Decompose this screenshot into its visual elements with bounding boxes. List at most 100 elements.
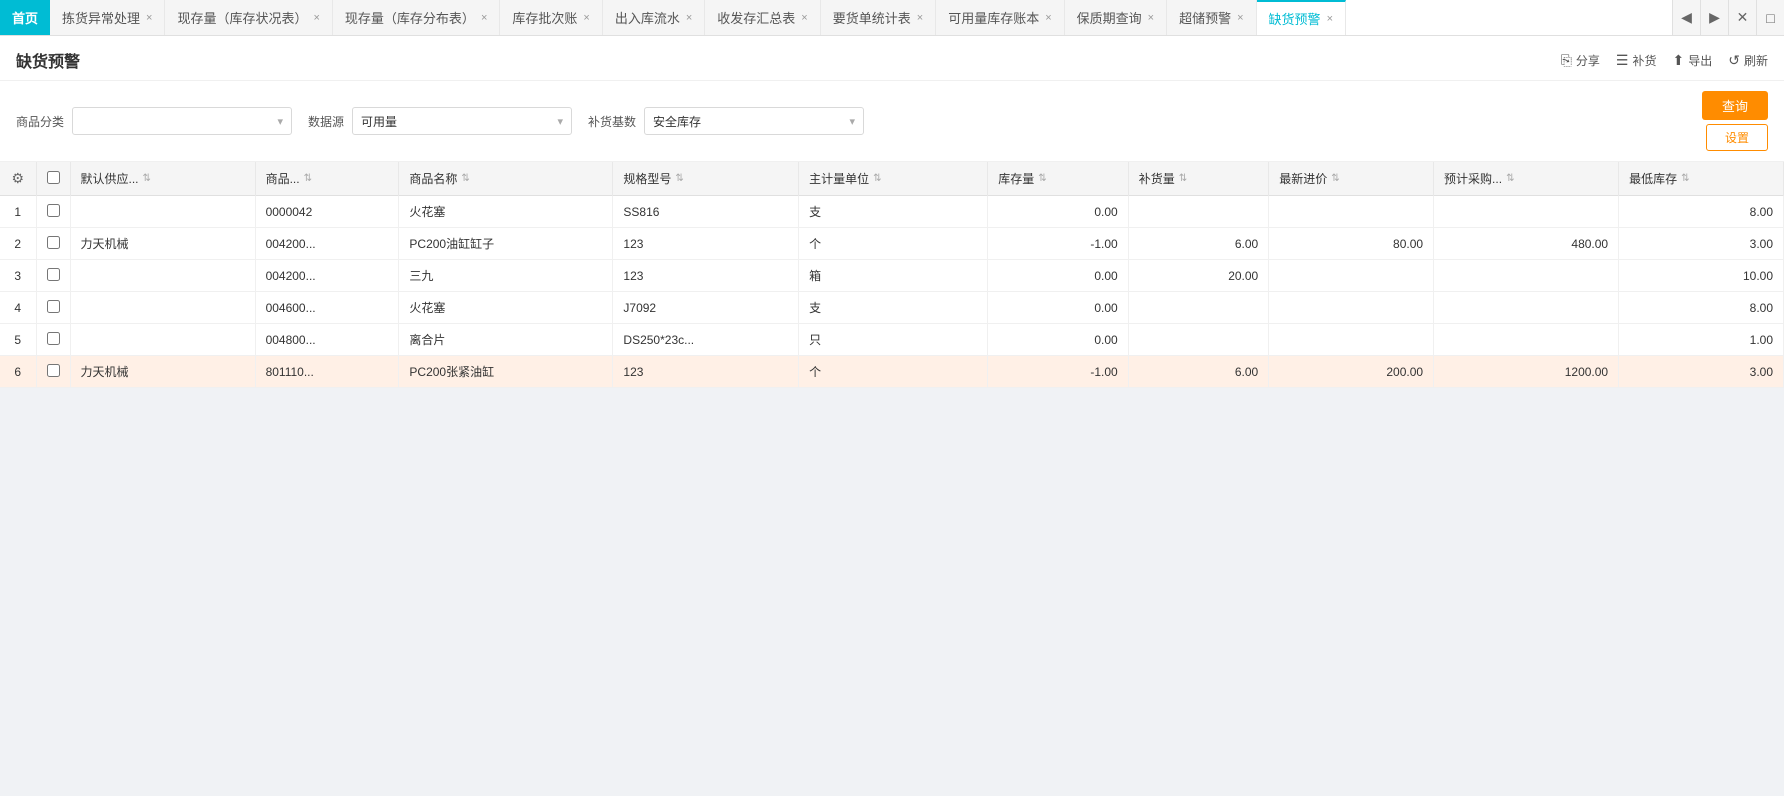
- datasource-select-wrapper: 可用量 ▾: [352, 107, 572, 135]
- row-checkbox-2[interactable]: [47, 236, 60, 249]
- sort-min-stock-icon[interactable]: ⇅: [1681, 173, 1689, 184]
- sort-supplier-icon[interactable]: ⇅: [143, 173, 151, 184]
- sort-unit-icon[interactable]: ⇅: [873, 173, 881, 184]
- replenish-base-filter-group: 补货基数 安全库存 ▾: [588, 107, 864, 135]
- td-replenish-3: 20.00: [1128, 260, 1269, 292]
- sort-product-code-icon[interactable]: ⇅: [304, 173, 312, 184]
- td-est-purchase-1: [1434, 196, 1619, 228]
- td-product-code-4: 004600...: [255, 292, 399, 324]
- td-latest-price-5: [1269, 324, 1434, 356]
- row-checkbox-4[interactable]: [47, 300, 60, 313]
- td-est-purchase-3: [1434, 260, 1619, 292]
- tab-close-stock-dist[interactable]: ×: [481, 12, 487, 24]
- tab-item-expiry-query[interactable]: 保质期查询×: [1065, 0, 1167, 35]
- td-est-purchase-2: 480.00: [1434, 228, 1619, 260]
- td-row-num-6: 6: [0, 356, 36, 388]
- td-checkbox-1: [36, 196, 70, 228]
- page-header: 缺货预警 ⎘ 分享 ☰ 补货 ⬆ 导出 ↺ 刷新: [0, 36, 1784, 81]
- sort-latest-price-icon[interactable]: ⇅: [1331, 173, 1339, 184]
- td-replenish-5: [1128, 324, 1269, 356]
- category-chevron-icon: ▾: [277, 115, 283, 128]
- tab-close-recv-summary[interactable]: ×: [801, 12, 807, 24]
- tab-close-shortage[interactable]: ×: [1327, 13, 1333, 25]
- sort-spec-icon[interactable]: ⇅: [675, 173, 683, 184]
- tab-item-available-ledger[interactable]: 可用量库存账本 ×: [936, 0, 1064, 35]
- td-stock-2: -1.00: [988, 228, 1129, 260]
- td-product-code-2: 004200...: [255, 228, 399, 260]
- tab-item-stock-dist[interactable]: 现存量（库存分布表）×: [333, 0, 500, 35]
- td-product-name-6: PC200张紧油缸: [399, 356, 613, 388]
- share-button[interactable]: ⎘ 分享: [1561, 52, 1600, 69]
- tab-close-inout-flow[interactable]: ×: [686, 12, 692, 24]
- replenish-base-select[interactable]: 安全库存 ▾: [644, 107, 864, 135]
- td-product-name-1: 火花塞: [399, 196, 613, 228]
- tab-item-overstock[interactable]: 超储预警×: [1167, 0, 1256, 35]
- th-product-name: 商品名称 ⇅: [399, 162, 613, 196]
- tab-close-expiry-query[interactable]: ×: [1148, 12, 1154, 24]
- td-checkbox-4: [36, 292, 70, 324]
- td-spec-2: 123: [613, 228, 799, 260]
- th-latest-price: 最新进价 ⇅: [1269, 162, 1434, 196]
- sort-stock-icon[interactable]: ⇅: [1038, 173, 1046, 184]
- select-all-checkbox[interactable]: [47, 171, 60, 184]
- header-actions: ⎘ 分享 ☰ 补货 ⬆ 导出 ↺ 刷新: [1561, 52, 1768, 69]
- datasource-label: 数据源: [308, 113, 344, 130]
- tab-close-available-ledger[interactable]: ×: [1045, 12, 1051, 24]
- tab-close-overstock[interactable]: ×: [1237, 12, 1243, 24]
- td-stock-1: 0.00: [988, 196, 1129, 228]
- row-checkbox-1[interactable]: [47, 204, 60, 217]
- row-checkbox-3[interactable]: [47, 268, 60, 281]
- replenish-button[interactable]: ☰ 补货: [1616, 52, 1657, 69]
- tab-item-exception[interactable]: 拣货异常处理×: [50, 0, 165, 35]
- filter-row: 商品分类 ▾ 数据源 可用量 ▾ 补货基数 安全库存: [0, 81, 1784, 162]
- tab-item-shortage[interactable]: 缺货预警×: [1257, 0, 1346, 35]
- tab-item-inout-flow[interactable]: 出入库流水×: [603, 0, 705, 35]
- tab-close-stock-status[interactable]: ×: [313, 12, 319, 24]
- th-checkbox: [36, 162, 70, 196]
- row-checkbox-6[interactable]: [47, 364, 60, 377]
- td-supplier-6: 力天机械: [70, 356, 255, 388]
- tab-close-exception[interactable]: ×: [146, 12, 152, 24]
- th-product-code: 商品... ⇅: [255, 162, 399, 196]
- tab-label-stock-status: 现存量（库存状况表）: [177, 8, 307, 27]
- td-latest-price-2: 80.00: [1269, 228, 1434, 260]
- tab-label-home: 首页: [12, 8, 38, 27]
- sort-est-purchase-icon[interactable]: ⇅: [1506, 173, 1514, 184]
- td-checkbox-5: [36, 324, 70, 356]
- sort-replenish-icon[interactable]: ⇅: [1179, 173, 1187, 184]
- tab-item-order-stats[interactable]: 要货单统计表×: [821, 0, 936, 35]
- tab-item-batch-account[interactable]: 库存批次账×: [500, 0, 602, 35]
- tab-close-batch-account[interactable]: ×: [583, 12, 589, 24]
- tab-scroll-left[interactable]: ◀: [1672, 0, 1700, 36]
- td-min-stock-2: 3.00: [1619, 228, 1784, 260]
- category-select[interactable]: ▾: [72, 107, 292, 135]
- td-supplier-3: [70, 260, 255, 292]
- export-button[interactable]: ⬆ 导出: [1673, 52, 1713, 69]
- table-settings-icon[interactable]: ⚙: [11, 170, 24, 186]
- td-spec-1: SS816: [613, 196, 799, 228]
- td-replenish-1: [1128, 196, 1269, 228]
- th-replenish: 补货量 ⇅: [1128, 162, 1269, 196]
- datasource-select[interactable]: 可用量 ▾: [352, 107, 572, 135]
- tab-item-recv-summary[interactable]: 收发存汇总表×: [705, 0, 820, 35]
- refresh-button[interactable]: ↺ 刷新: [1728, 52, 1768, 69]
- query-button[interactable]: 查询: [1702, 91, 1768, 120]
- td-row-num-4: 4: [0, 292, 36, 324]
- row-checkbox-5[interactable]: [47, 332, 60, 345]
- tab-maximize[interactable]: □: [1756, 0, 1784, 36]
- settings-button[interactable]: 设置: [1706, 124, 1768, 151]
- tab-label-available-ledger: 可用量库存账本: [948, 8, 1039, 27]
- tab-close-order-stats[interactable]: ×: [917, 12, 923, 24]
- td-row-num-2: 2: [0, 228, 36, 260]
- td-est-purchase-6: 1200.00: [1434, 356, 1619, 388]
- tab-scroll-right[interactable]: ▶: [1700, 0, 1728, 36]
- tab-nav-buttons: ◀ ▶ ✕ □: [1672, 0, 1784, 36]
- td-min-stock-1: 8.00: [1619, 196, 1784, 228]
- tab-close-all[interactable]: ✕: [1728, 0, 1756, 36]
- tab-item-stock-status[interactable]: 现存量（库存状况表） ×: [165, 0, 332, 35]
- tab-item-home[interactable]: 首页: [0, 0, 50, 35]
- sort-product-name-icon[interactable]: ⇅: [461, 173, 469, 184]
- td-spec-4: J7092: [613, 292, 799, 324]
- datasource-select-value: 可用量: [361, 113, 543, 130]
- table-row: 6 力天机械 801110... PC200张紧油缸 123 个 -1.00 6…: [0, 356, 1784, 388]
